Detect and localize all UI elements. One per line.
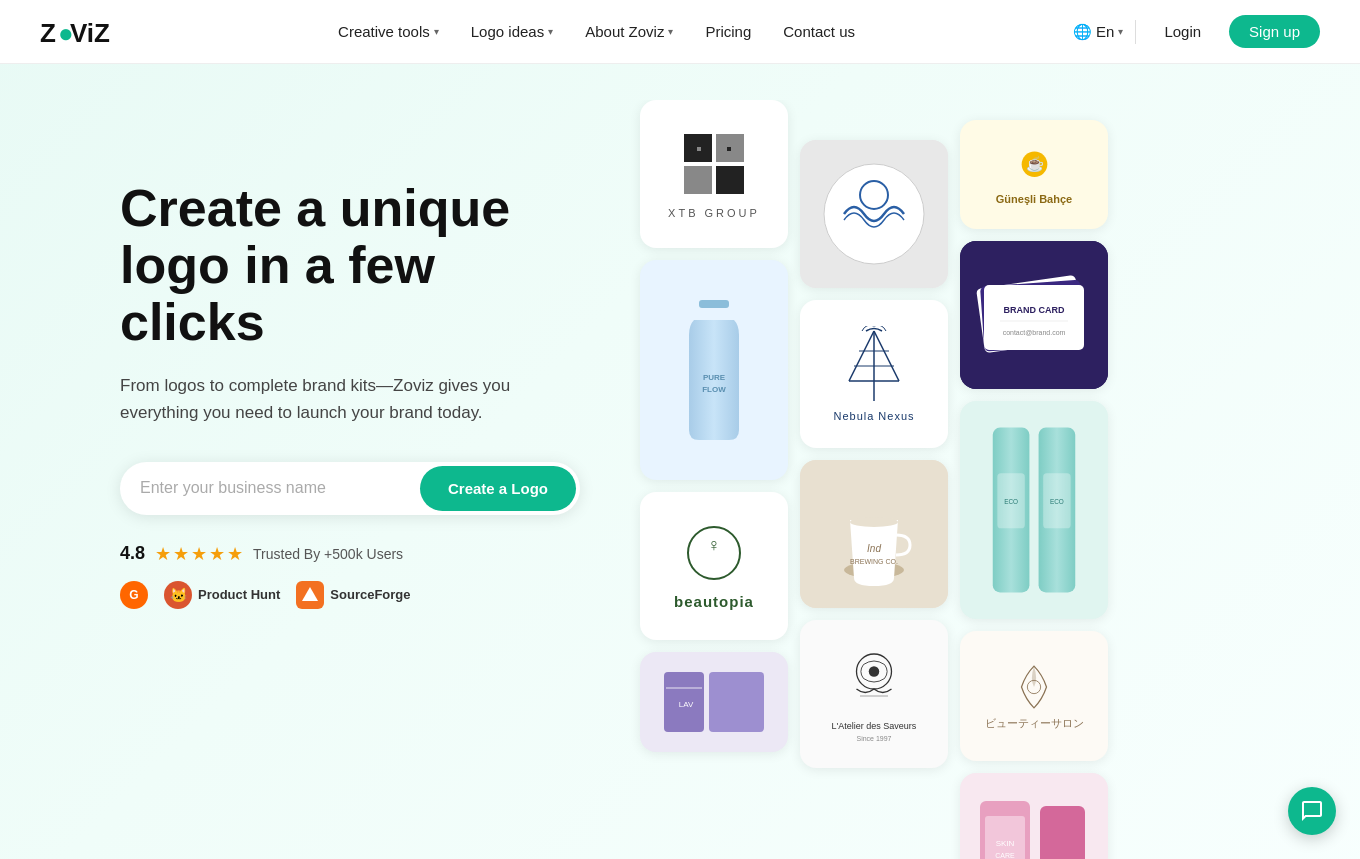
gunesli-name: Güneşli Bahçe <box>996 193 1072 205</box>
svg-text:♀: ♀ <box>707 535 721 555</box>
svg-text:CARE: CARE <box>995 852 1015 859</box>
producthunt-badge: 🐱 Product Hunt <box>164 581 280 609</box>
navigation: Z ● ViZ Creative tools ▾ Logo ideas ▾ Ab… <box>0 0 1360 64</box>
hero-section: Create a unique logo in a few clicks Fro… <box>0 0 1360 859</box>
logo-creation-form: Create a Logo <box>120 462 580 515</box>
nav-right: 🌐 En ▾ Login Sign up <box>1073 15 1320 48</box>
svg-text:FLOW: FLOW <box>702 385 726 394</box>
nav-creative-tools[interactable]: Creative tools ▾ <box>326 15 451 48</box>
signup-button[interactable]: Sign up <box>1229 15 1320 48</box>
svg-text:LAV: LAV <box>679 700 694 709</box>
business-card-card: BRAND CARD contact@brand.com <box>960 241 1108 388</box>
hero-left: Create a unique logo in a few clicks Fro… <box>120 100 580 609</box>
svg-rect-16 <box>709 672 764 732</box>
producthunt-label: Product Hunt <box>198 587 280 602</box>
saveur-logo-card: L'Atelier des Saveurs Since 1997 <box>800 620 948 768</box>
svg-point-32 <box>850 517 898 527</box>
svg-text:SKIN: SKIN <box>996 839 1015 848</box>
rating-text: Trusted By +500k Users <box>253 546 403 562</box>
nav-contact[interactable]: Contact us <box>771 15 867 48</box>
beautopia-logo-card: ♀ beautopia <box>640 492 788 640</box>
svg-rect-41 <box>984 285 1084 350</box>
trust-badges: G 🐱 Product Hunt SourceForge <box>120 581 580 609</box>
svg-text:BREWING CO.: BREWING CO. <box>850 558 898 565</box>
svg-rect-10 <box>699 300 729 308</box>
chevron-down-icon: ▾ <box>548 26 553 37</box>
svg-marker-3 <box>302 587 318 601</box>
g2-badge: G <box>120 581 148 609</box>
svg-text:contact@brand.com: contact@brand.com <box>1003 329 1066 336</box>
rating-number: 4.8 <box>120 543 145 564</box>
login-button[interactable]: Login <box>1148 15 1217 48</box>
svg-text:Ind: Ind <box>867 543 881 554</box>
chevron-down-icon: ▾ <box>1118 26 1123 37</box>
bluwave-logo-card <box>800 140 948 288</box>
ind-coffee-card: Ind BREWING CO. <box>800 460 948 608</box>
g2-icon: G <box>120 581 148 609</box>
xtb-logo-card: XTB GROUP <box>640 100 788 248</box>
svg-point-34 <box>869 666 880 677</box>
language-selector[interactable]: 🌐 En ▾ <box>1073 23 1123 41</box>
nav-divider <box>1135 20 1136 44</box>
svg-point-20 <box>824 164 924 264</box>
logo-column-3: ☕ Güneşli Bahçe BRAND CARD contact@brand… <box>960 120 1108 859</box>
beauty-jp-logo-card: ビューティーサロン <box>960 631 1108 760</box>
saveur-name: L'Atelier des Saveurs <box>832 721 917 731</box>
svg-rect-9 <box>727 147 731 151</box>
beautopia-name: beautopia <box>674 593 754 610</box>
star-1: ★ <box>155 543 171 565</box>
rating-section: 4.8 ★ ★ ★ ★ ★ Trusted By +500k Users <box>120 543 580 565</box>
xtb-name: XTB GROUP <box>668 207 760 219</box>
chevron-down-icon: ▾ <box>434 26 439 37</box>
svg-rect-17 <box>666 687 702 689</box>
logo-showcase: XTB GROUP PURE FLOW <box>580 100 1320 859</box>
create-logo-button[interactable]: Create a Logo <box>420 466 576 511</box>
svg-rect-53 <box>1040 806 1085 859</box>
logo-column-1: XTB GROUP PURE FLOW <box>640 100 788 859</box>
sourceforge-icon <box>296 581 324 609</box>
sourceforge-label: SourceForge <box>330 587 410 602</box>
gunesli-logo-card: ☕ Güneşli Bahçe <box>960 120 1108 229</box>
nav-logo-ideas[interactable]: Logo ideas ▾ <box>459 15 565 48</box>
lavender-card: LAV <box>640 652 788 752</box>
sourceforge-badge: SourceForge <box>296 581 410 609</box>
svg-text:PURE: PURE <box>703 373 726 382</box>
svg-text:ECO: ECO <box>1004 499 1018 506</box>
producthunt-icon: 🐱 <box>164 581 192 609</box>
nav-links: Creative tools ▾ Logo ideas ▾ About Zovi… <box>326 15 867 48</box>
logo[interactable]: Z ● ViZ <box>40 16 120 48</box>
nav-pricing[interactable]: Pricing <box>693 15 763 48</box>
star-4: ★ <box>209 543 225 565</box>
star-5: ★ <box>227 543 243 565</box>
chat-button[interactable] <box>1288 787 1336 835</box>
pureflow-logo-card: PURE FLOW <box>640 260 788 480</box>
nav-about[interactable]: About Zoviz ▾ <box>573 15 685 48</box>
chevron-down-icon: ▾ <box>668 26 673 37</box>
star-rating: ★ ★ ★ ★ ★ <box>155 543 243 565</box>
teal-package-card: ECO ECO <box>960 401 1108 620</box>
hero-title: Create a unique logo in a few clicks <box>120 180 580 352</box>
svg-text:ViZ: ViZ <box>70 18 110 48</box>
svg-rect-7 <box>716 166 744 194</box>
svg-line-23 <box>849 331 874 381</box>
business-name-input[interactable] <box>120 462 416 515</box>
globe-icon: 🌐 <box>1073 23 1092 41</box>
nebula-logo-card: Nebula Nexus <box>800 300 948 448</box>
star-2: ★ <box>173 543 189 565</box>
star-3: ★ <box>191 543 207 565</box>
svg-rect-6 <box>684 166 712 194</box>
pink-package-card: SKIN CARE <box>960 773 1108 859</box>
saveur-since: Since 1997 <box>856 735 891 742</box>
svg-text:☕: ☕ <box>1025 155 1044 173</box>
svg-text:ECO: ECO <box>1050 499 1064 506</box>
svg-text:BRAND CARD: BRAND CARD <box>1004 305 1065 315</box>
svg-line-24 <box>874 331 899 381</box>
beauty-jp-name: ビューティーサロン <box>985 716 1084 731</box>
nebula-name: Nebula Nexus <box>833 410 914 422</box>
logo-column-2: Nebula Nexus Ind BREWING CO. <box>800 140 948 859</box>
hero-subtitle: From logos to complete brand kits—Zoviz … <box>120 372 580 426</box>
svg-rect-8 <box>697 147 701 151</box>
svg-text:Z: Z <box>40 18 56 48</box>
